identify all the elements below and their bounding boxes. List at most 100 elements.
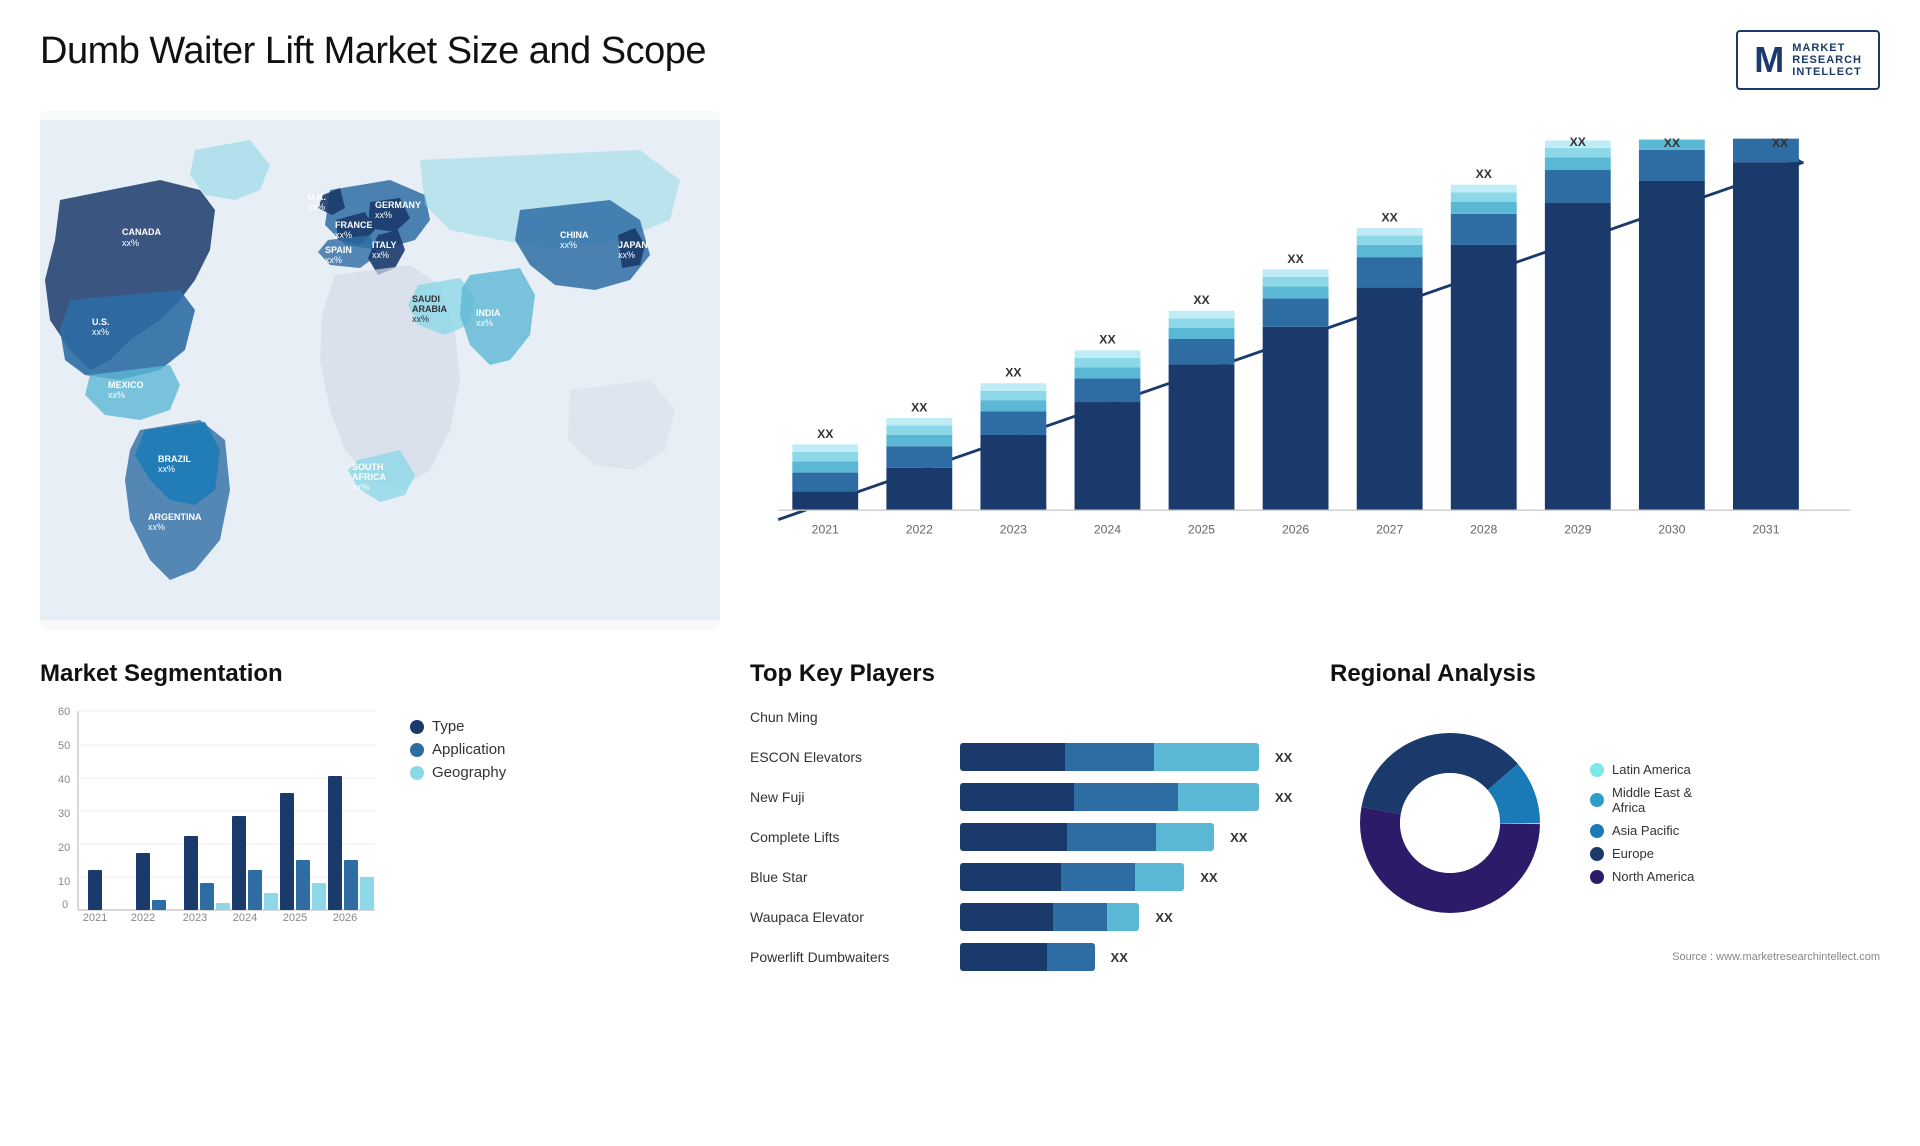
- source-text: Source : www.marketresearchintellect.com: [1330, 951, 1880, 963]
- svg-text:U.S.: U.S.: [92, 317, 110, 327]
- growth-chart-svg: XX 2021 XX 2022 XX 2023: [750, 120, 1860, 590]
- player-row-waupaca: Waupaca Elevator XX: [750, 903, 1300, 931]
- player-name-escon: ESCON Elevators: [750, 749, 950, 765]
- svg-text:AFRICA: AFRICA: [352, 472, 386, 482]
- latin-america-dot: [1590, 763, 1604, 777]
- player-name-fuji: New Fuji: [750, 789, 950, 805]
- main-grid: CANADA xx% U.S. xx% MEXICO xx% BRAZIL xx…: [40, 110, 1880, 640]
- market-segmentation-section: Market Segmentation 60 50 40 30 20 10 0: [40, 650, 720, 993]
- svg-text:xx%: xx%: [375, 210, 392, 220]
- svg-text:ITALY: ITALY: [372, 240, 397, 250]
- svg-text:2025: 2025: [1188, 523, 1215, 537]
- player-row-escon: ESCON Elevators XX: [750, 743, 1300, 771]
- middle-east-africa-label: Middle East &Africa: [1612, 785, 1692, 815]
- donut-chart: [1330, 703, 1570, 943]
- north-america-dot: [1590, 870, 1604, 884]
- application-label: Application: [432, 741, 505, 758]
- player-row-fuji: New Fuji XX: [750, 783, 1300, 811]
- svg-text:BRAZIL: BRAZIL: [158, 454, 191, 464]
- segmentation-legend: Type Application Geography: [410, 718, 506, 781]
- svg-text:XX: XX: [1664, 136, 1681, 150]
- player-row-blue-star: Blue Star XX: [750, 863, 1300, 891]
- svg-text:2023: 2023: [183, 912, 207, 923]
- player-row-powerlift: Powerlift Dumbwaiters XX: [750, 943, 1300, 971]
- svg-text:0: 0: [62, 899, 68, 911]
- svg-text:2021: 2021: [812, 523, 839, 537]
- svg-text:xx%: xx%: [618, 250, 635, 260]
- svg-text:XX: XX: [1099, 333, 1116, 347]
- svg-text:SAUDI: SAUDI: [412, 294, 440, 304]
- latin-america-label: Latin America: [1612, 762, 1691, 777]
- svg-text:xx%: xx%: [335, 230, 352, 240]
- segmentation-chart: 60 50 40 30 20 10 0: [40, 703, 380, 923]
- logo-line1: MARKET: [1792, 42, 1862, 54]
- logo-line2: RESEARCH: [1792, 54, 1862, 66]
- svg-text:CHINA: CHINA: [560, 230, 589, 240]
- svg-text:2024: 2024: [233, 912, 257, 923]
- svg-text:xx%: xx%: [352, 482, 369, 492]
- svg-text:2026: 2026: [333, 912, 357, 923]
- svg-text:2030: 2030: [1658, 523, 1685, 537]
- player-name-waupaca: Waupaca Elevator: [750, 909, 950, 925]
- svg-text:SPAIN: SPAIN: [325, 245, 352, 255]
- svg-text:xx%: xx%: [476, 318, 493, 328]
- middle-east-africa-dot: [1590, 793, 1604, 807]
- player-bar-waupaca: [960, 903, 1139, 931]
- logo-letter: M: [1754, 42, 1784, 78]
- player-name-blue-star: Blue Star: [750, 869, 950, 885]
- logo: M MARKET RESEARCH INTELLECT: [1736, 30, 1880, 90]
- svg-text:30: 30: [58, 808, 70, 820]
- legend-type: Type: [410, 718, 506, 735]
- bar-chart-section: XX 2021 XX 2022 XX 2023: [750, 110, 1880, 630]
- svg-text:XX: XX: [1382, 210, 1399, 224]
- svg-text:xx%: xx%: [108, 390, 125, 400]
- svg-text:MEXICO: MEXICO: [108, 380, 144, 390]
- regional-legend: Latin America Middle East &Africa Asia P…: [1590, 762, 1694, 884]
- player-xx-blue-star: XX: [1200, 870, 1225, 885]
- player-xx-escon: XX: [1275, 750, 1300, 765]
- svg-text:10: 10: [58, 876, 70, 888]
- svg-text:xx%: xx%: [308, 202, 325, 212]
- player-xx-waupaca: XX: [1155, 910, 1180, 925]
- regional-analysis-section: Regional Analysis: [1330, 650, 1880, 993]
- logo-line3: INTELLECT: [1792, 66, 1862, 78]
- svg-text:2027: 2027: [1376, 523, 1403, 537]
- player-bar-powerlift: [960, 943, 1095, 971]
- page-title: Dumb Waiter Lift Market Size and Scope: [40, 30, 706, 73]
- geography-dot: [410, 766, 424, 780]
- asia-pacific-dot: [1590, 824, 1604, 838]
- svg-text:XX: XX: [911, 400, 928, 414]
- legend-latin-america: Latin America: [1590, 762, 1694, 777]
- segmentation-title: Market Segmentation: [40, 660, 720, 688]
- world-map-section: CANADA xx% U.S. xx% MEXICO xx% BRAZIL xx…: [40, 110, 720, 630]
- legend-geography: Geography: [410, 764, 506, 781]
- player-name-powerlift: Powerlift Dumbwaiters: [750, 949, 950, 965]
- svg-text:ARABIA: ARABIA: [412, 304, 447, 314]
- players-title: Top Key Players: [750, 660, 1300, 688]
- svg-text:CANADA: CANADA: [122, 227, 161, 237]
- svg-text:JAPAN: JAPAN: [618, 240, 648, 250]
- svg-text:40: 40: [58, 774, 70, 786]
- player-bar-escon: [960, 743, 1259, 771]
- svg-text:XX: XX: [1476, 167, 1493, 181]
- key-players-section: Top Key Players Chun Ming ESCON Elevator…: [750, 650, 1300, 993]
- svg-text:xx%: xx%: [158, 464, 175, 474]
- player-name-chun-ming: Chun Ming: [750, 709, 950, 725]
- svg-text:FRANCE: FRANCE: [335, 220, 373, 230]
- bottom-grid: Market Segmentation 60 50 40 30 20 10 0: [40, 650, 1880, 993]
- svg-text:20: 20: [58, 842, 70, 854]
- svg-text:2024: 2024: [1094, 523, 1121, 537]
- player-bar-complete-lifts: [960, 823, 1214, 851]
- svg-text:xx%: xx%: [412, 314, 429, 324]
- svg-text:2028: 2028: [1470, 523, 1497, 537]
- geography-label: Geography: [432, 764, 506, 781]
- svg-text:2023: 2023: [1000, 523, 1027, 537]
- player-xx-complete-lifts: XX: [1230, 830, 1255, 845]
- svg-text:xx%: xx%: [148, 522, 165, 532]
- svg-text:2021: 2021: [83, 912, 107, 923]
- svg-text:xx%: xx%: [122, 238, 139, 248]
- player-name-complete-lifts: Complete Lifts: [750, 829, 950, 845]
- svg-text:50: 50: [58, 740, 70, 752]
- asia-pacific-label: Asia Pacific: [1612, 823, 1679, 838]
- svg-text:XX: XX: [1772, 136, 1789, 150]
